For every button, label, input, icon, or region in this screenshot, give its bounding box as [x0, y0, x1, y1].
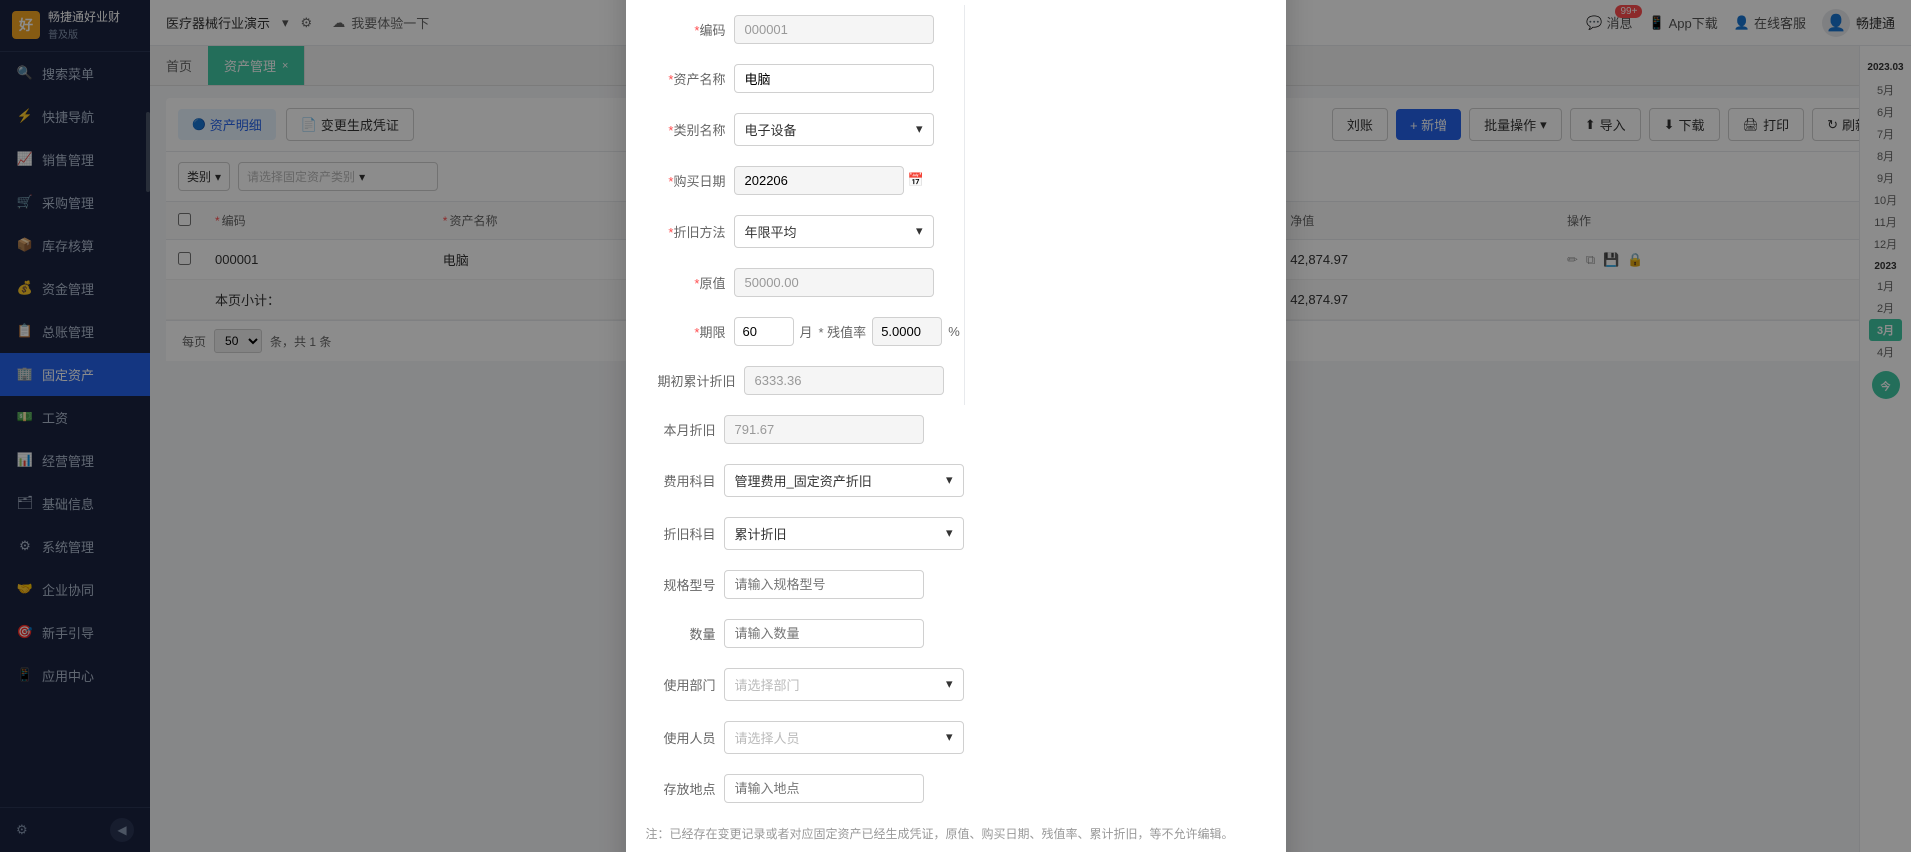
form-row-code: *编码: [646, 5, 964, 54]
spec-label: 规格型号: [646, 575, 716, 594]
method-select[interactable]: 年限平均 ▾: [734, 215, 934, 248]
period-inline: 月 * 残值率 %: [734, 317, 960, 346]
code-label: *编码: [646, 20, 726, 39]
residual-rate-input[interactable]: [872, 317, 942, 346]
method-label: *折旧方法: [646, 222, 726, 241]
quantity-input[interactable]: [724, 619, 924, 648]
form-row-quantity: 数量: [646, 609, 964, 658]
category-value: 电子设备: [745, 120, 797, 139]
form-row-department: 使用部门 请选择部门 ▾: [646, 658, 964, 711]
department-placeholder: 请选择部门: [735, 675, 800, 694]
form-left-col: *编码 *资产名称 *类别名称: [646, 5, 964, 405]
original-value-label: *原值: [646, 273, 726, 292]
residual-rate-unit: %: [948, 324, 960, 339]
expense-subject-chevron: ▾: [946, 472, 953, 488]
method-value: 年限平均: [745, 222, 797, 241]
form-row-initial-accumulated: 期初累计折旧: [646, 356, 964, 405]
form-grid: *编码 *资产名称 *类别名称: [646, 5, 1266, 813]
initial-accumulated-input[interactable]: [744, 366, 944, 395]
form-row-dep-subject: 折旧科目 累计折旧 ▾: [646, 507, 964, 560]
expense-subject-value: 管理费用_固定资产折旧: [735, 471, 872, 490]
expense-subject-select[interactable]: 管理费用_固定资产折旧 ▾: [724, 464, 964, 497]
period-input[interactable]: [734, 317, 794, 346]
form-divider: [964, 5, 965, 405]
period-unit: 月: [800, 322, 813, 341]
spec-input[interactable]: [724, 570, 924, 599]
form-row-expense-subject: 费用科目 管理费用_固定资产折旧 ▾: [646, 454, 964, 507]
quantity-label: 数量: [646, 624, 716, 643]
form-row-method: *折旧方法 年限平均 ▾: [646, 205, 964, 258]
form-row-monthly-dep: 本月折旧: [646, 405, 964, 454]
form-row-date: *购买日期 📅: [646, 156, 964, 205]
purchase-date-input[interactable]: [734, 166, 904, 195]
modal-note: 注：已经存在变更记录或者对应固定资产已经生成凭证，原值、购买日期、残值率、累计折…: [646, 825, 1266, 842]
dep-subject-chevron: ▾: [946, 525, 953, 541]
original-value-input[interactable]: [734, 268, 934, 297]
dep-subject-select[interactable]: 累计折旧 ▾: [724, 517, 964, 550]
form-row-period: *期限 月 * 残值率 %: [646, 307, 964, 356]
edit-asset-modal: 编辑固定资产 × *编码 *资产名称: [626, 0, 1286, 852]
purchase-date-picker: 📅: [734, 166, 924, 195]
monthly-dep-input[interactable]: [724, 415, 924, 444]
department-chevron: ▾: [946, 676, 953, 692]
expense-subject-label: 费用科目: [646, 471, 716, 490]
method-chevron-icon: ▾: [916, 223, 923, 239]
user-placeholder: 请选择人员: [735, 728, 800, 747]
dep-subject-value: 累计折旧: [735, 524, 787, 543]
user-label: 使用人员: [646, 728, 716, 747]
user-select[interactable]: 请选择人员 ▾: [724, 721, 964, 754]
initial-accumulated-label: 期初累计折旧: [646, 371, 736, 390]
category-chevron-icon: ▾: [916, 121, 923, 137]
period-label: *期限: [646, 322, 726, 341]
category-select[interactable]: 电子设备 ▾: [734, 113, 934, 146]
asset-name-label: *资产名称: [646, 69, 726, 88]
form-row-location: 存放地点: [646, 764, 964, 813]
form-row-original-value: *原值: [646, 258, 964, 307]
code-input[interactable]: [734, 15, 934, 44]
residual-rate-label: * 残值率: [819, 322, 867, 341]
location-input[interactable]: [724, 774, 924, 803]
form-row-user: 使用人员 请选择人员 ▾: [646, 711, 964, 764]
category-label-form: *类别名称: [646, 120, 726, 139]
dep-subject-label: 折旧科目: [646, 524, 716, 543]
department-select[interactable]: 请选择部门 ▾: [724, 668, 964, 701]
modal-body: *编码 *资产名称 *类别名称: [626, 0, 1286, 852]
modal-overlay: 编辑固定资产 × *编码 *资产名称: [0, 0, 1911, 852]
form-row-name: *资产名称: [646, 54, 964, 103]
asset-name-input[interactable]: [734, 64, 934, 93]
monthly-dep-label: 本月折旧: [646, 420, 716, 439]
form-row-category: *类别名称 电子设备 ▾: [646, 103, 964, 156]
user-chevron: ▾: [946, 729, 953, 745]
date-label: *购买日期: [646, 171, 726, 190]
form-row-spec: 规格型号: [646, 560, 964, 609]
location-label: 存放地点: [646, 779, 716, 798]
department-label: 使用部门: [646, 675, 716, 694]
calendar-icon[interactable]: 📅: [908, 172, 924, 188]
form-right-col: 本月折旧 费用科目 管理费用_固定资产折旧 ▾: [646, 405, 964, 813]
